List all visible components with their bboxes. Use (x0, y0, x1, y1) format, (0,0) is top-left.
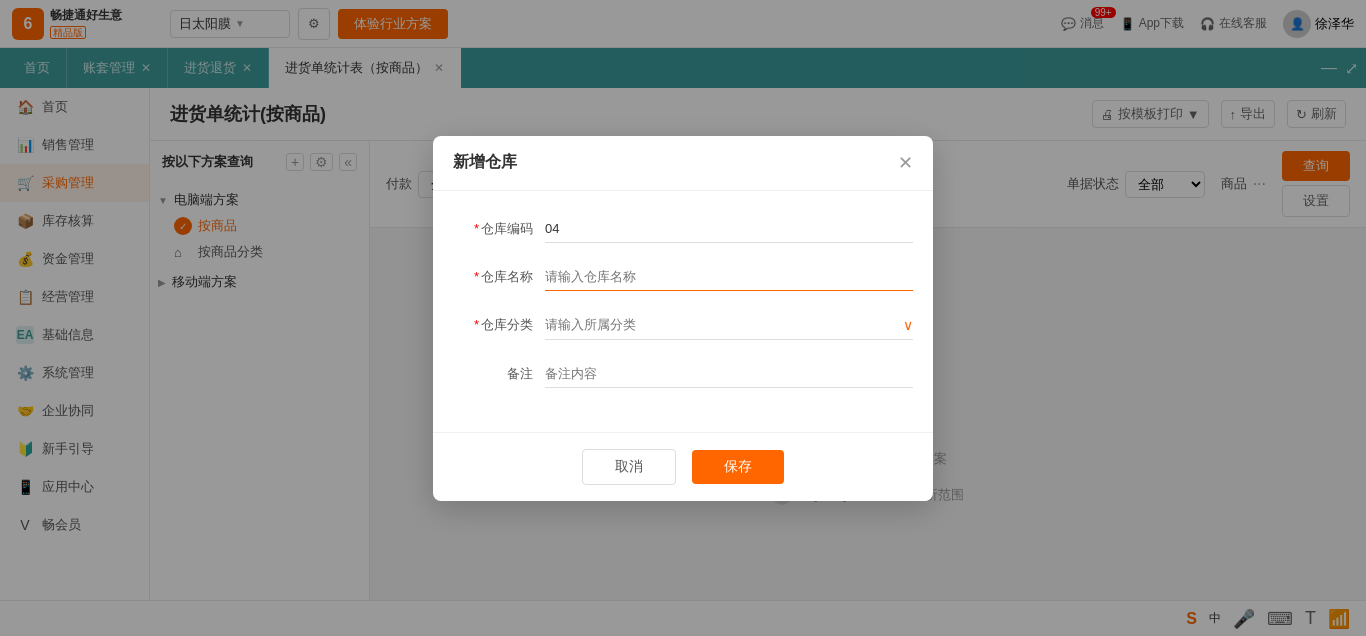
category-input[interactable] (545, 317, 903, 332)
save-button[interactable]: 保存 (692, 450, 784, 484)
cancel-button[interactable]: 取消 (582, 449, 676, 485)
name-label: 仓库名称 (453, 268, 533, 286)
category-label: 仓库分类 (453, 316, 533, 334)
form-row-name: 仓库名称 (453, 263, 913, 291)
name-input[interactable] (545, 263, 913, 291)
chevron-down-icon: ∨ (903, 317, 913, 333)
modal-footer: 取消 保存 (433, 432, 933, 501)
form-row-remark: 备注 (453, 360, 913, 388)
modal-new-warehouse: 新增仓库 ✕ 仓库编码 仓库名称 仓库分类 ∨ (433, 136, 933, 501)
modal-close-button[interactable]: ✕ (898, 152, 913, 174)
form-row-code: 仓库编码 (453, 215, 913, 243)
code-input[interactable] (545, 215, 913, 243)
code-label: 仓库编码 (453, 220, 533, 238)
remark-input[interactable] (545, 360, 913, 388)
modal-title: 新增仓库 (453, 152, 517, 173)
modal-overlay[interactable]: 新增仓库 ✕ 仓库编码 仓库名称 仓库分类 ∨ (0, 0, 1366, 636)
remark-label: 备注 (453, 365, 533, 383)
form-row-category: 仓库分类 ∨ (453, 311, 913, 340)
modal-body: 仓库编码 仓库名称 仓库分类 ∨ 备注 (433, 191, 933, 432)
category-select[interactable]: ∨ (545, 311, 913, 340)
modal-header: 新增仓库 ✕ (433, 136, 933, 191)
